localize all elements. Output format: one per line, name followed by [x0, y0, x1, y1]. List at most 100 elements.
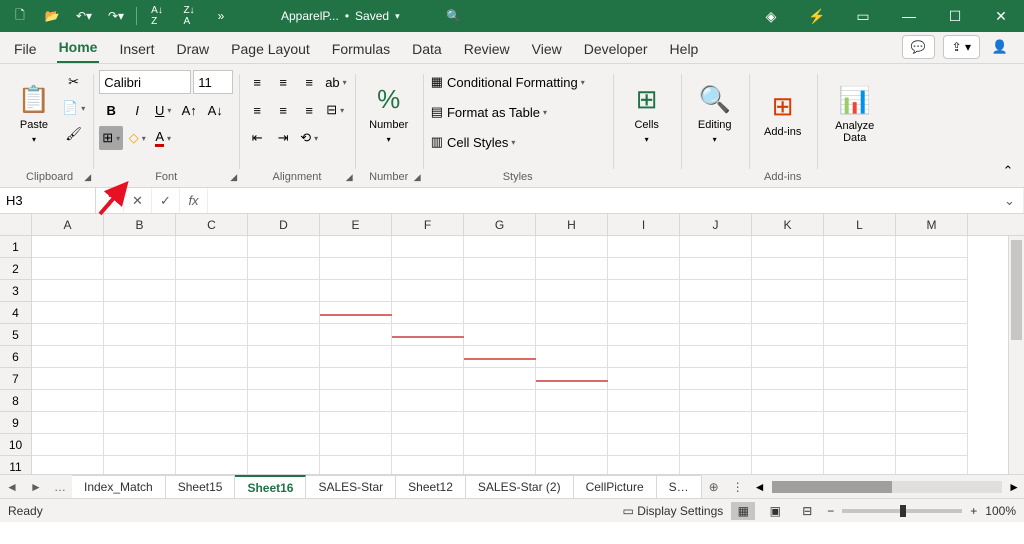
- cell[interactable]: [464, 346, 536, 368]
- sheet-prev-icon[interactable]: ◄: [0, 475, 24, 498]
- cell[interactable]: [824, 258, 896, 280]
- cell[interactable]: [608, 346, 680, 368]
- cell[interactable]: [392, 236, 464, 258]
- cell[interactable]: [608, 236, 680, 258]
- cell[interactable]: [248, 302, 320, 324]
- cell[interactable]: [464, 456, 536, 474]
- cell[interactable]: [320, 236, 392, 258]
- cell[interactable]: [896, 302, 968, 324]
- cell[interactable]: [320, 368, 392, 390]
- cell[interactable]: [752, 456, 824, 474]
- cell[interactable]: [392, 280, 464, 302]
- sort-az-icon[interactable]: A↓Z: [143, 4, 171, 28]
- cell[interactable]: [536, 258, 608, 280]
- cell[interactable]: [896, 236, 968, 258]
- cell[interactable]: [104, 302, 176, 324]
- cell[interactable]: [104, 346, 176, 368]
- sheet-next-icon[interactable]: ►: [24, 475, 48, 498]
- cell[interactable]: [248, 412, 320, 434]
- col-header[interactable]: M: [896, 214, 968, 235]
- cell[interactable]: [32, 280, 104, 302]
- cell[interactable]: [464, 280, 536, 302]
- tab-draw[interactable]: Draw: [174, 35, 211, 63]
- row-header[interactable]: 11: [0, 456, 32, 474]
- tab-page-layout[interactable]: Page Layout: [229, 35, 312, 63]
- cell[interactable]: [248, 456, 320, 474]
- format-painter-icon[interactable]: 🖌: [60, 122, 87, 146]
- cell[interactable]: [392, 324, 464, 346]
- cell[interactable]: [824, 346, 896, 368]
- cell[interactable]: [680, 412, 752, 434]
- redo-icon[interactable]: ↷▾: [102, 4, 130, 28]
- cell[interactable]: [680, 302, 752, 324]
- horizontal-scrollbar[interactable]: ◄►: [750, 475, 1024, 498]
- cell[interactable]: [752, 324, 824, 346]
- cell[interactable]: [176, 456, 248, 474]
- cell[interactable]: [104, 412, 176, 434]
- cell[interactable]: [32, 368, 104, 390]
- cell[interactable]: [464, 324, 536, 346]
- cell[interactable]: [32, 412, 104, 434]
- cell[interactable]: [32, 324, 104, 346]
- col-header[interactable]: E: [320, 214, 392, 235]
- cell[interactable]: [464, 368, 536, 390]
- tab-help[interactable]: Help: [668, 35, 701, 63]
- copy-icon[interactable]: 📄: [60, 96, 87, 120]
- cell[interactable]: [392, 434, 464, 456]
- cell[interactable]: [608, 412, 680, 434]
- cell[interactable]: [824, 456, 896, 474]
- cell-styles-button[interactable]: ▥ Cell Styles: [429, 130, 607, 154]
- cell[interactable]: [464, 390, 536, 412]
- paste-button[interactable]: 📋 Paste ▾: [12, 70, 56, 158]
- col-header[interactable]: F: [392, 214, 464, 235]
- cell[interactable]: [248, 236, 320, 258]
- cell[interactable]: [320, 456, 392, 474]
- col-header[interactable]: I: [608, 214, 680, 235]
- cell[interactable]: [248, 390, 320, 412]
- cell[interactable]: [248, 434, 320, 456]
- cell[interactable]: [824, 368, 896, 390]
- cell[interactable]: [176, 324, 248, 346]
- speed-icon[interactable]: ⚡: [794, 0, 840, 32]
- align-center-icon[interactable]: ≡: [271, 98, 295, 122]
- cell[interactable]: [536, 324, 608, 346]
- sheet-tab[interactable]: S…: [657, 475, 702, 498]
- cell[interactable]: [464, 434, 536, 456]
- borders-button[interactable]: ⊞: [99, 126, 123, 150]
- sheet-tab[interactable]: Index_Match: [72, 475, 166, 498]
- search-icon[interactable]: 🔍: [440, 4, 468, 28]
- align-bottom-icon[interactable]: ≡: [297, 70, 321, 94]
- cell[interactable]: [104, 434, 176, 456]
- number-format-button[interactable]: % Number ▾: [361, 70, 417, 158]
- cell[interactable]: [320, 412, 392, 434]
- cells-button[interactable]: ⊞ Cells ▾: [619, 70, 675, 158]
- bold-button[interactable]: B: [99, 98, 123, 122]
- expand-formula-bar-icon[interactable]: ⌄: [996, 188, 1024, 213]
- cell[interactable]: [680, 456, 752, 474]
- cell[interactable]: [104, 456, 176, 474]
- merge-cells-icon[interactable]: ⊟: [323, 98, 347, 122]
- col-header[interactable]: B: [104, 214, 176, 235]
- cell[interactable]: [680, 236, 752, 258]
- col-header[interactable]: H: [536, 214, 608, 235]
- cell[interactable]: [608, 390, 680, 412]
- zoom-out-icon[interactable]: −: [827, 504, 834, 518]
- cell[interactable]: [752, 412, 824, 434]
- increase-indent-icon[interactable]: ⇥: [271, 126, 295, 150]
- decrease-font-icon[interactable]: A↓: [203, 98, 227, 122]
- cell[interactable]: [752, 280, 824, 302]
- decrease-indent-icon[interactable]: ⇤: [245, 126, 269, 150]
- user-icon[interactable]: 👤: [988, 35, 1012, 59]
- cell[interactable]: [392, 456, 464, 474]
- cell[interactable]: [680, 346, 752, 368]
- cell[interactable]: [104, 368, 176, 390]
- font-launcher-icon[interactable]: ◢: [230, 172, 237, 183]
- cell[interactable]: [392, 412, 464, 434]
- cell[interactable]: [32, 302, 104, 324]
- row-header[interactable]: 10: [0, 434, 32, 456]
- italic-button[interactable]: I: [125, 98, 149, 122]
- cell[interactable]: [32, 434, 104, 456]
- cell[interactable]: [536, 368, 608, 390]
- formula-input[interactable]: [208, 188, 996, 213]
- cell[interactable]: [536, 346, 608, 368]
